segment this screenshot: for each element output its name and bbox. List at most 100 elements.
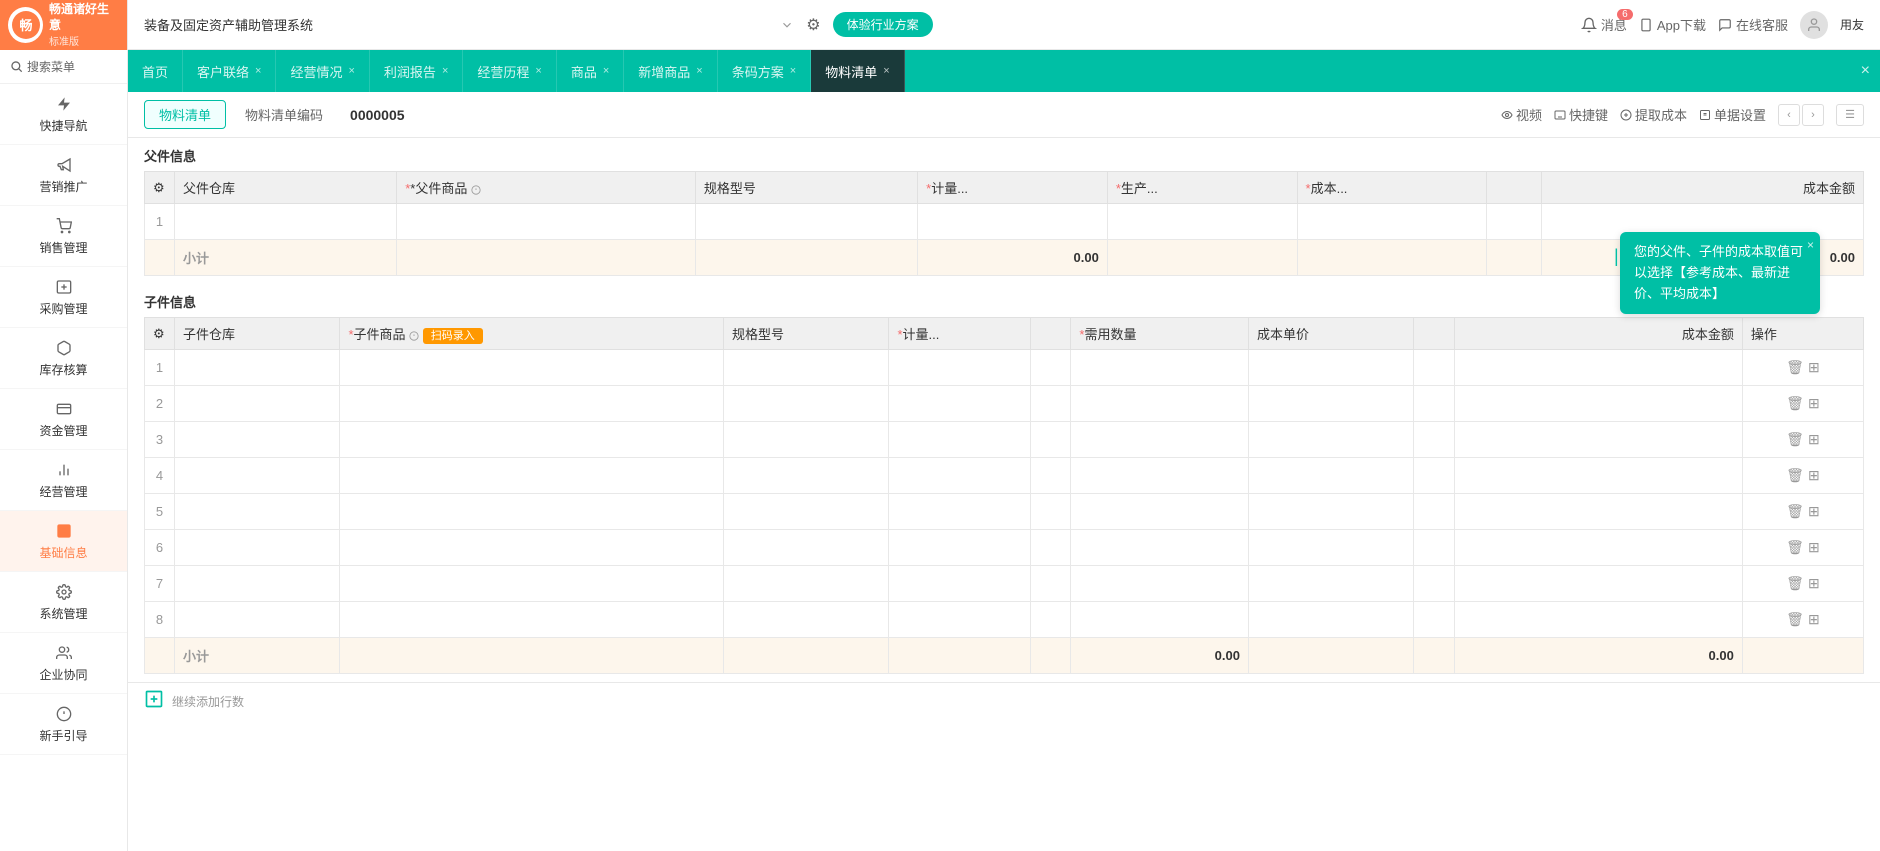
shortcut-action[interactable]: 快捷键 xyxy=(1554,105,1608,124)
tab-new-product[interactable]: 新增商品 × xyxy=(624,50,717,92)
copy-icon[interactable]: ⊞ xyxy=(1808,539,1820,556)
child-unit-cell[interactable] xyxy=(889,566,1030,602)
copy-icon[interactable]: ⊞ xyxy=(1808,503,1820,520)
tab-bom[interactable]: 物料清单 × xyxy=(811,50,904,92)
child-extra2-cell[interactable] xyxy=(1414,386,1455,422)
sidebar-item-marketing[interactable]: 营销推广 xyxy=(0,145,127,206)
copy-icon[interactable]: ⊞ xyxy=(1808,395,1820,412)
child-unit-price-cell[interactable] xyxy=(1248,422,1413,458)
child-extra2-cell[interactable] xyxy=(1414,530,1455,566)
parent-spec-cell[interactable] xyxy=(695,204,917,240)
child-extra-cell[interactable] xyxy=(1030,386,1071,422)
copy-icon[interactable]: ⊞ xyxy=(1808,467,1820,484)
child-warehouse-cell[interactable] xyxy=(175,494,340,530)
child-unit-cell[interactable] xyxy=(889,530,1030,566)
notification-btn[interactable]: 消息 6 xyxy=(1581,15,1627,34)
sidebar-item-enterprise[interactable]: 企业协同 xyxy=(0,633,127,694)
child-spec-cell[interactable] xyxy=(724,566,889,602)
tab-products[interactable]: 商品 × xyxy=(557,50,624,92)
parent-warehouse-cell[interactable] xyxy=(175,204,397,240)
tab-profit-close[interactable]: × xyxy=(442,65,448,77)
tab-history-close[interactable]: × xyxy=(535,65,541,77)
parent-product-cell[interactable] xyxy=(397,204,696,240)
tab-operations[interactable]: 经营情况 × xyxy=(276,50,369,92)
sidebar-item-operations[interactable]: 经营管理 xyxy=(0,450,127,511)
child-extra2-cell[interactable] xyxy=(1414,494,1455,530)
child-spec-cell[interactable] xyxy=(724,530,889,566)
child-extra-cell[interactable] xyxy=(1030,530,1071,566)
copy-icon[interactable]: ⊞ xyxy=(1808,359,1820,376)
delete-icon[interactable]: 🗑 xyxy=(1786,503,1804,520)
copy-icon[interactable]: ⊞ xyxy=(1808,431,1820,448)
copy-icon[interactable]: ⊞ xyxy=(1808,575,1820,592)
copy-icon[interactable]: ⊞ xyxy=(1808,611,1820,628)
user-avatar[interactable] xyxy=(1800,11,1828,39)
child-warehouse-cell[interactable] xyxy=(175,566,340,602)
child-spec-cell[interactable] xyxy=(724,386,889,422)
tab-products-close[interactable]: × xyxy=(603,65,609,77)
child-unit-cell[interactable] xyxy=(889,458,1030,494)
settings-action[interactable]: 单据设置 xyxy=(1699,105,1766,124)
view-action[interactable]: 视频 xyxy=(1501,105,1542,124)
sub-tab-bom-code[interactable]: 物料清单编码 xyxy=(230,100,338,129)
next-arrow[interactable]: › xyxy=(1802,104,1824,126)
child-extra2-cell[interactable] xyxy=(1414,458,1455,494)
sub-tab-bom[interactable]: 物料清单 xyxy=(144,100,226,129)
sidebar-search[interactable]: 搜索菜单 xyxy=(0,50,127,84)
child-product-cell[interactable] xyxy=(340,350,724,386)
tab-home[interactable]: 首页 xyxy=(128,50,183,92)
child-product-cell[interactable] xyxy=(340,422,724,458)
child-qty-cell[interactable] xyxy=(1071,350,1249,386)
tab-bom-close[interactable]: × xyxy=(883,65,889,77)
child-unit-price-cell[interactable] xyxy=(1248,350,1413,386)
close-all-tabs[interactable]: × xyxy=(1851,62,1880,80)
child-extra-cell[interactable] xyxy=(1030,350,1071,386)
tab-barcode[interactable]: 条码方案 × xyxy=(718,50,811,92)
prev-arrow[interactable]: ‹ xyxy=(1778,104,1800,126)
online-service-btn[interactable]: 在线客服 xyxy=(1718,15,1788,34)
child-unit-price-cell[interactable] xyxy=(1248,458,1413,494)
delete-icon[interactable]: 🗑 xyxy=(1786,575,1804,592)
child-product-cell[interactable] xyxy=(340,386,724,422)
delete-icon[interactable]: 🗑 xyxy=(1786,359,1804,376)
child-extra2-cell[interactable] xyxy=(1414,602,1455,638)
delete-icon[interactable]: 🗑 xyxy=(1786,539,1804,556)
child-spec-cell[interactable] xyxy=(724,458,889,494)
child-extra2-cell[interactable] xyxy=(1414,350,1455,386)
child-unit-price-cell[interactable] xyxy=(1248,494,1413,530)
add-row-text[interactable]: 继续添加行数 xyxy=(172,693,244,710)
child-spec-cell[interactable] xyxy=(724,494,889,530)
scan-btn[interactable]: 扫码录入 xyxy=(423,328,483,344)
sidebar-item-guide[interactable]: 新手引导 xyxy=(0,694,127,755)
tooltip-close-btn[interactable]: × xyxy=(1807,236,1814,255)
delete-icon[interactable]: 🗑 xyxy=(1786,395,1804,412)
child-qty-cell[interactable] xyxy=(1071,458,1249,494)
tab-barcode-close[interactable]: × xyxy=(790,65,796,77)
child-extra2-cell[interactable] xyxy=(1414,422,1455,458)
sidebar-item-sales[interactable]: 销售管理 xyxy=(0,206,127,267)
sidebar-item-purchase[interactable]: 采购管理 xyxy=(0,267,127,328)
tab-operations-close[interactable]: × xyxy=(348,65,354,77)
child-unit-price-cell[interactable] xyxy=(1248,602,1413,638)
tab-customers-close[interactable]: × xyxy=(255,65,261,77)
child-warehouse-cell[interactable] xyxy=(175,530,340,566)
child-warehouse-cell[interactable] xyxy=(175,350,340,386)
menu-btn[interactable]: ☰ xyxy=(1836,104,1864,126)
child-spec-cell[interactable] xyxy=(724,602,889,638)
app-download-btn[interactable]: App下载 xyxy=(1639,15,1706,34)
experience-button[interactable]: 体验行业方案 xyxy=(833,12,933,37)
cost-action[interactable]: 提取成本 xyxy=(1620,105,1687,124)
child-extra2-cell[interactable] xyxy=(1414,566,1455,602)
child-unit-cell[interactable] xyxy=(889,494,1030,530)
settings-icon[interactable]: ⚙ xyxy=(806,15,820,35)
child-qty-cell[interactable] xyxy=(1071,530,1249,566)
child-warehouse-cell[interactable] xyxy=(175,458,340,494)
dropdown-icon[interactable] xyxy=(780,18,794,32)
child-spec-cell[interactable] xyxy=(724,350,889,386)
child-product-cell[interactable] xyxy=(340,494,724,530)
child-unit-price-cell[interactable] xyxy=(1248,386,1413,422)
parent-extra-cell[interactable] xyxy=(1487,204,1542,240)
parent-unit-cell[interactable] xyxy=(918,204,1108,240)
child-product-cell[interactable] xyxy=(340,458,724,494)
child-qty-cell[interactable] xyxy=(1071,602,1249,638)
